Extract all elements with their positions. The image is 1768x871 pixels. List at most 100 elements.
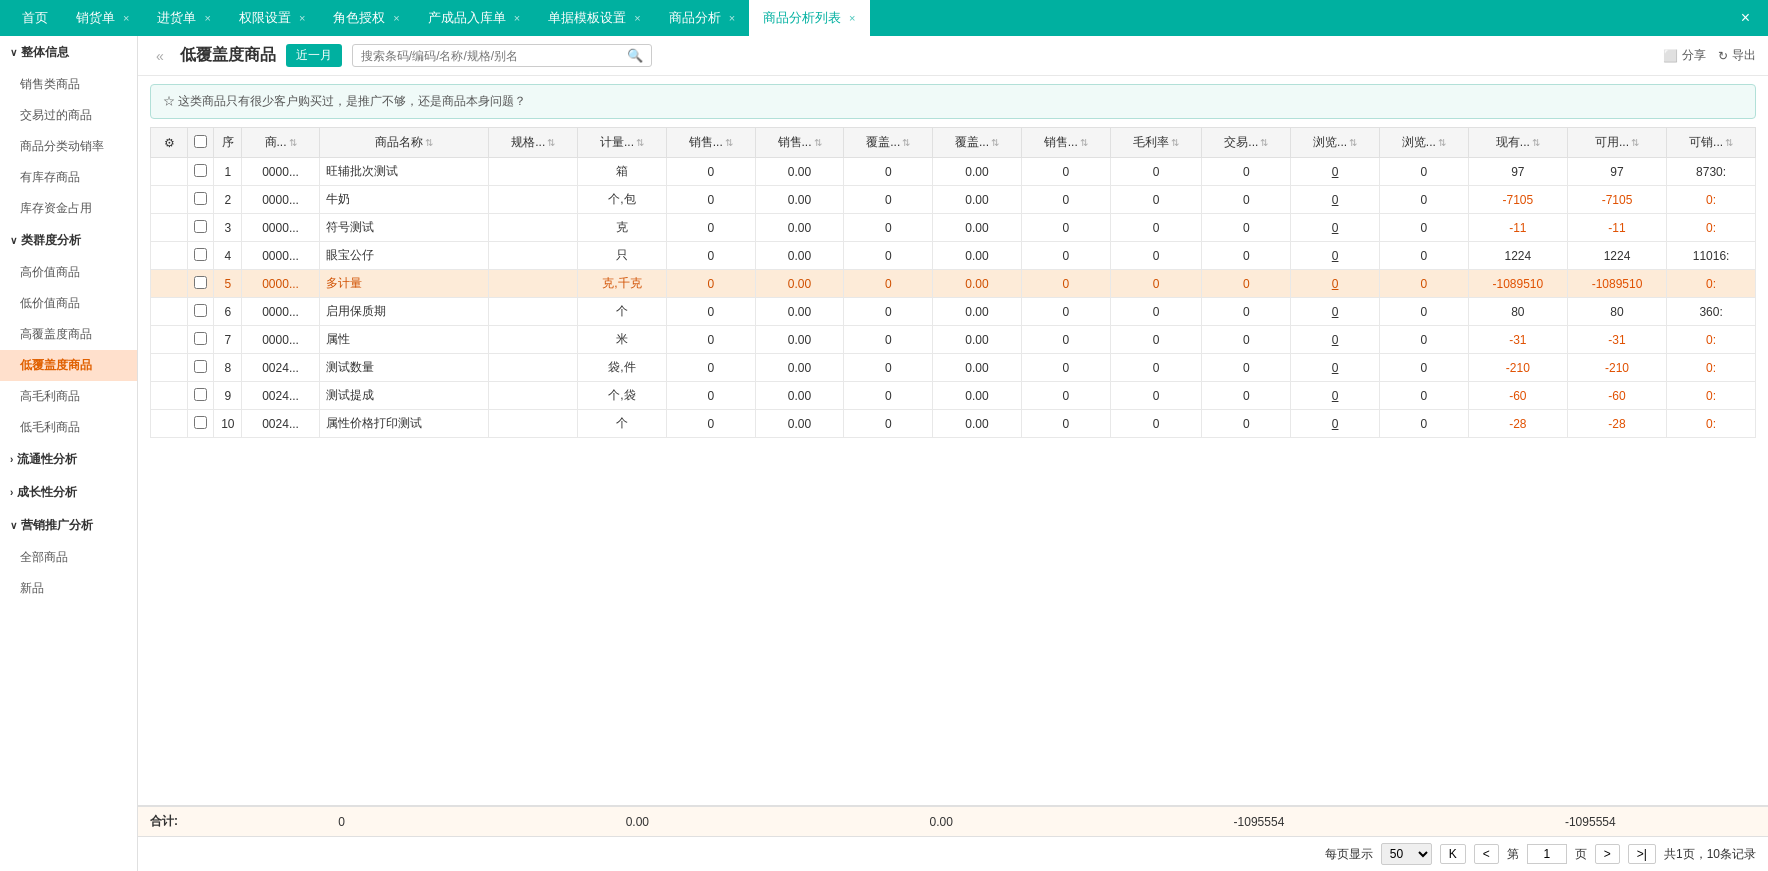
row-view1[interactable]: 0 [1291, 354, 1380, 382]
row-view1[interactable]: 0 [1291, 410, 1380, 438]
row-checkbox[interactable] [188, 214, 214, 242]
table-container[interactable]: ⚙ 序 商...⇅ 商品名称⇅ 规格...⇅ 计量...⇅ 销售...⇅ 销售.… [138, 127, 1768, 805]
checkbox-col-header[interactable] [188, 128, 214, 158]
select-all-checkbox[interactable] [194, 135, 207, 148]
next-page-button[interactable]: > [1595, 844, 1620, 864]
sidebar-section-overall[interactable]: ∨ 整体信息 [0, 36, 137, 69]
last-page-button[interactable]: >| [1628, 844, 1656, 864]
sidebar-item-category-rate[interactable]: 商品分类动销率 [0, 131, 137, 162]
nav-sales[interactable]: 销货单 × [62, 0, 143, 36]
col-sale-amount[interactable]: 销售...⇅ [755, 128, 844, 158]
row-view1[interactable]: 0 [1291, 298, 1380, 326]
nav-sales-close[interactable]: × [123, 0, 129, 36]
row-select-checkbox[interactable] [194, 164, 207, 177]
col-current-stock[interactable]: 现有...⇅ [1468, 128, 1567, 158]
sidebar-item-low-value[interactable]: 低价值商品 [0, 288, 137, 319]
row-checkbox[interactable] [188, 242, 214, 270]
sidebar-item-sales-products[interactable]: 销售类商品 [0, 69, 137, 100]
col-profit-rate[interactable]: 毛利率⇅ [1110, 128, 1202, 158]
row-view1[interactable]: 0 [1291, 242, 1380, 270]
row-name: 眼宝公仔 [319, 242, 489, 270]
row-checkbox[interactable] [188, 354, 214, 382]
search-input[interactable] [361, 49, 623, 63]
row-cover1: 0 [844, 158, 933, 186]
page-size-select[interactable]: 50 10 20 100 [1381, 843, 1432, 865]
col-sale-qty[interactable]: 销售...⇅ [666, 128, 755, 158]
sidebar-item-high-coverage[interactable]: 高覆盖度商品 [0, 319, 137, 350]
row-view1[interactable]: 0 [1291, 158, 1380, 186]
col-view1[interactable]: 浏览...⇅ [1291, 128, 1380, 158]
col-view2[interactable]: 浏览...⇅ [1379, 128, 1468, 158]
row-view1[interactable]: 0 [1291, 270, 1380, 298]
col-trade[interactable]: 交易...⇅ [1202, 128, 1291, 158]
col-cover1[interactable]: 覆盖...⇅ [844, 128, 933, 158]
row-select-checkbox[interactable] [194, 276, 207, 289]
sidebar-item-in-stock[interactable]: 有库存商品 [0, 162, 137, 193]
col-name[interactable]: 商品名称⇅ [319, 128, 489, 158]
row-select-checkbox[interactable] [194, 360, 207, 373]
row-select-checkbox[interactable] [194, 192, 207, 205]
row-view1[interactable]: 0 [1291, 326, 1380, 354]
col-unit[interactable]: 计量...⇅ [578, 128, 667, 158]
settings-col-header[interactable]: ⚙ [151, 128, 188, 158]
page-input[interactable] [1527, 844, 1567, 864]
nav-product-analysis[interactable]: 商品分析 × [655, 0, 749, 36]
nav-product-analysis-list-close[interactable]: × [849, 0, 855, 36]
settings-icon[interactable]: ⚙ [164, 136, 175, 150]
sidebar-item-high-value[interactable]: 高价值商品 [0, 257, 137, 288]
row-select-checkbox[interactable] [194, 388, 207, 401]
row-view1[interactable]: 0 [1291, 186, 1380, 214]
row-select-checkbox[interactable] [194, 248, 207, 261]
row-checkbox[interactable] [188, 410, 214, 438]
time-filter-button[interactable]: 近一月 [286, 44, 342, 67]
nav-product-analysis-list[interactable]: 商品分析列表 × [749, 0, 869, 36]
sidebar-section-marketing[interactable]: ∨ 营销推广分析 [0, 509, 137, 542]
sidebar-item-low-profit[interactable]: 低毛利商品 [0, 412, 137, 443]
row-select-checkbox[interactable] [194, 416, 207, 429]
sidebar-item-traded-products[interactable]: 交易过的商品 [0, 100, 137, 131]
row-view1[interactable]: 0 [1291, 382, 1380, 410]
sidebar-section-growth[interactable]: › 成长性分析 [0, 476, 137, 509]
sidebar-section-flow[interactable]: › 流通性分析 [0, 443, 137, 476]
sidebar-item-capital[interactable]: 库存资金占用 [0, 193, 137, 224]
nav-home[interactable]: 首页 [8, 0, 62, 36]
row-checkbox[interactable] [188, 298, 214, 326]
col-spec[interactable]: 规格...⇅ [489, 128, 578, 158]
nav-permissions[interactable]: 权限设置 × [225, 0, 319, 36]
close-all-button[interactable]: × [1731, 9, 1760, 27]
nav-roles[interactable]: 角色授权 × [319, 0, 413, 36]
first-page-button[interactable]: K [1440, 844, 1466, 864]
nav-permissions-close[interactable]: × [299, 0, 305, 36]
nav-template-close[interactable]: × [634, 0, 640, 36]
col-cover2[interactable]: 覆盖...⇅ [933, 128, 1022, 158]
export-button[interactable]: ↻ 导出 [1718, 47, 1756, 64]
row-checkbox[interactable] [188, 382, 214, 410]
row-checkbox[interactable] [188, 326, 214, 354]
nav-template[interactable]: 单据模板设置 × [534, 0, 654, 36]
share-button[interactable]: ⬜ 分享 [1663, 47, 1706, 64]
row-select-checkbox[interactable] [194, 332, 207, 345]
nav-production[interactable]: 产成品入库单 × [414, 0, 534, 36]
nav-purchase[interactable]: 进货单 × [143, 0, 224, 36]
nav-purchase-close[interactable]: × [204, 0, 210, 36]
row-view1[interactable]: 0 [1291, 214, 1380, 242]
col-sale-price[interactable]: 销售...⇅ [1021, 128, 1110, 158]
nav-production-close[interactable]: × [514, 0, 520, 36]
prev-page-button[interactable]: < [1474, 844, 1499, 864]
col-code[interactable]: 商...⇅ [242, 128, 319, 158]
nav-roles-close[interactable]: × [393, 0, 399, 36]
sidebar-item-high-profit[interactable]: 高毛利商品 [0, 381, 137, 412]
nav-product-analysis-close[interactable]: × [729, 0, 735, 36]
sidebar-item-low-coverage[interactable]: 低覆盖度商品 [0, 350, 137, 381]
col-available-stock[interactable]: 可用...⇅ [1567, 128, 1666, 158]
row-checkbox[interactable] [188, 270, 214, 298]
row-select-checkbox[interactable] [194, 220, 207, 233]
col-sellable[interactable]: 可销...⇅ [1667, 128, 1756, 158]
sidebar-item-all-products[interactable]: 全部商品 [0, 542, 137, 573]
sidebar-section-group-analysis[interactable]: ∨ 类群度分析 [0, 224, 137, 257]
collapse-sidebar-button[interactable]: « [150, 46, 170, 66]
row-checkbox[interactable] [188, 186, 214, 214]
sidebar-item-new-products[interactable]: 新品 [0, 573, 137, 604]
row-checkbox[interactable] [188, 158, 214, 186]
row-select-checkbox[interactable] [194, 304, 207, 317]
